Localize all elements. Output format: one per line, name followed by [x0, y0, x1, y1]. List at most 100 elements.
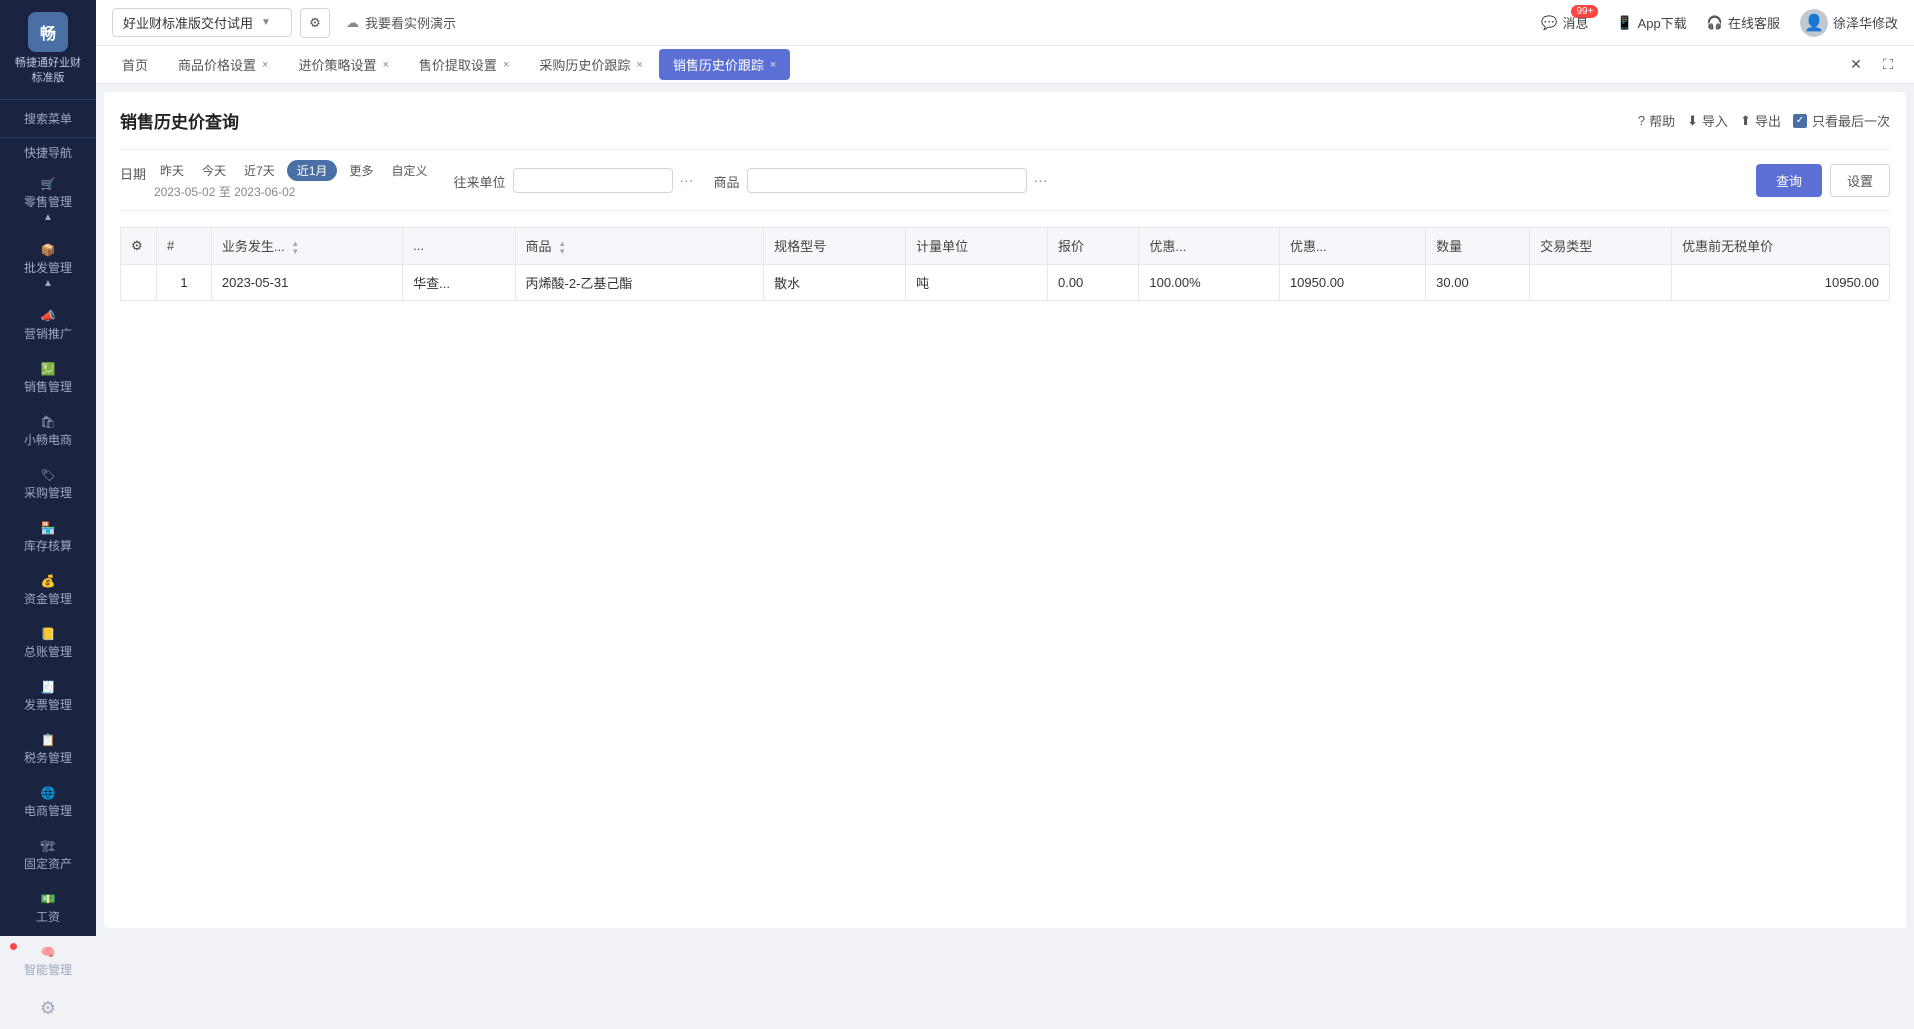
import-button[interactable]: ⬇ 导入: [1687, 111, 1728, 130]
sidebar-item-finance[interactable]: 💰 资金管理: [0, 564, 96, 617]
assets-icon: 🏗: [40, 839, 55, 853]
sidebar-item-retail[interactable]: 🛒 零售管理 ▲: [0, 167, 96, 233]
sidebar-item-tax[interactable]: 📋 税务管理: [0, 723, 96, 776]
sidebar-item-assets[interactable]: 🏗 固定资产: [0, 829, 96, 882]
tab-purchase-strategy-close[interactable]: ×: [382, 59, 388, 71]
logo-icon: 畅: [28, 12, 68, 52]
source-search-icon[interactable]: ···: [679, 172, 693, 188]
tab-home[interactable]: 首页: [108, 49, 162, 80]
export-button[interactable]: ⬆ 导出: [1740, 111, 1781, 130]
product-filter-group: 商品 ···: [713, 168, 1047, 193]
sidebar-item-marketing[interactable]: 📣 营销推广: [0, 299, 96, 352]
message-badge: 99+: [1571, 5, 1598, 18]
cloud-icon: ☁: [346, 15, 359, 31]
topbar-settings-button[interactable]: ⚙: [300, 8, 330, 38]
col-spec: 规格型号: [764, 228, 906, 265]
marketing-icon: 📣: [41, 309, 56, 323]
col-qty: 数量: [1426, 228, 1530, 265]
table-row: 1 2023-05-31 华查... 丙烯酸-2-乙基己酯 散水 吨 0.00 …: [121, 264, 1890, 300]
product-input[interactable]: [747, 168, 1027, 193]
tab-sales-history-close[interactable]: ×: [770, 59, 776, 71]
col-date[interactable]: 业务发生... ▲▼: [211, 228, 402, 265]
tab-expand-button[interactable]: ⛶: [1874, 51, 1902, 79]
main-area: 好业财标准版交付试用 ▼ ⚙ ☁ 我要看实例演示 💬 消息 99+ 📱 App下…: [96, 0, 1914, 936]
sidebar-item-sales[interactable]: 💹 销售管理: [0, 352, 96, 405]
page-title: 销售历史价查询: [120, 108, 239, 133]
message-button[interactable]: 💬 消息 99+: [1541, 13, 1588, 32]
message-icon: 💬: [1541, 15, 1557, 31]
row-discount2: 10950.00: [1279, 264, 1425, 300]
sidebar-item-smart[interactable]: 🧠 智能管理: [0, 935, 96, 988]
sidebar-item-wholesale[interactable]: 📦 批发管理 ▲: [0, 233, 96, 299]
col-discount2: 优惠...: [1279, 228, 1425, 265]
filter-actions: 查询 设置: [1756, 164, 1890, 197]
user-avatar: 👤: [1800, 9, 1828, 37]
tab-price-extract-close[interactable]: ×: [503, 59, 509, 71]
inventory-icon: 🏪: [41, 521, 56, 535]
source-input[interactable]: [513, 168, 673, 193]
settings-button[interactable]: 设置: [1830, 164, 1890, 197]
row-extra: 华查...: [403, 264, 515, 300]
col-discount1: 优惠...: [1139, 228, 1280, 265]
tab-price-extract[interactable]: 售价提取设置 ×: [405, 49, 523, 80]
date-btn-1month[interactable]: 近1月: [287, 160, 338, 181]
tab-purchase-history[interactable]: 采购历史价跟踪 ×: [525, 49, 656, 80]
date-filter-group: 日期 昨天 今天 近7天 近1月 更多 自定义 2023-05-02 至 202…: [120, 160, 433, 200]
date-filters: 昨天 今天 近7天 近1月 更多 自定义 2023-05-02 至 2023-0…: [154, 160, 433, 200]
wholesale-icon: 📦: [41, 243, 56, 257]
tab-purchase-strategy[interactable]: 进价策略设置 ×: [284, 49, 402, 80]
salary-icon: 💵: [41, 892, 56, 906]
chevron-down-icon: ▼: [261, 17, 271, 28]
ecommerce-icon: 🌐: [41, 786, 56, 800]
date-buttons: 昨天 今天 近7天 近1月 更多 自定义: [154, 160, 433, 181]
demo-link[interactable]: ☁ 我要看实例演示: [346, 13, 456, 32]
ledger-icon: 📒: [41, 627, 56, 641]
sidebar-item-invoice[interactable]: 🧾 发票管理: [0, 670, 96, 723]
version-selector[interactable]: 好业财标准版交付试用 ▼: [112, 8, 292, 37]
date-btn-more[interactable]: 更多: [343, 160, 379, 181]
help-button[interactable]: ? 帮助: [1638, 111, 1675, 130]
import-icon: ⬇: [1687, 113, 1698, 129]
invoice-icon: 🧾: [41, 680, 56, 694]
page-content: 销售历史价查询 ? 帮助 ⬇ 导入 ⬆ 导出 ✓ 只看最后一次: [104, 92, 1906, 928]
row-num: 1: [157, 264, 212, 300]
col-extra: ...: [403, 228, 515, 265]
user-profile[interactable]: 👤 徐泽华修改: [1800, 9, 1898, 37]
date-btn-yesterday[interactable]: 昨天: [154, 160, 190, 181]
sidebar-settings-button[interactable]: ⚙: [0, 988, 96, 1029]
col-product[interactable]: 商品 ▲▼: [515, 228, 764, 265]
app-download-button[interactable]: 📱 App下载: [1616, 13, 1686, 32]
sidebar-item-purchase[interactable]: 🏷 采购管理: [0, 458, 96, 511]
app-logo: 畅 畅捷通好业财 标准版: [0, 0, 96, 100]
online-service-label: 在线客服: [1728, 13, 1780, 32]
sidebar-search[interactable]: 搜索菜单: [0, 100, 96, 138]
sidebar-item-salary[interactable]: 💵 工资: [0, 882, 96, 935]
date-filter-label: 日期: [120, 160, 146, 183]
sidebar-quick-nav[interactable]: 快捷导航: [0, 138, 96, 167]
row-settings[interactable]: [121, 264, 157, 300]
tab-price[interactable]: 商品价格设置 ×: [164, 49, 282, 80]
sidebar-item-inventory[interactable]: 🏪 库存核算: [0, 511, 96, 564]
row-trans-type: [1530, 264, 1672, 300]
tab-close-button[interactable]: ✕: [1842, 51, 1870, 79]
sort-icon-product: ▲▼: [558, 240, 566, 256]
tab-price-close[interactable]: ×: [262, 59, 268, 71]
product-search-icon[interactable]: ···: [1033, 172, 1047, 188]
smart-icon: 🧠: [41, 945, 56, 959]
query-button[interactable]: 查询: [1756, 164, 1822, 197]
sidebar-item-ecommerce[interactable]: 🌐 电商管理: [0, 776, 96, 829]
sidebar-item-ecommerce-small[interactable]: 🛍 小畅电商: [0, 405, 96, 458]
date-btn-today[interactable]: 今天: [196, 160, 232, 181]
online-service-button[interactable]: 🎧 在线客服: [1707, 13, 1780, 32]
date-btn-7days[interactable]: 近7天: [238, 160, 281, 181]
sidebar-item-ledger[interactable]: 📒 总账管理: [0, 617, 96, 670]
topbar-gear-icon: ⚙: [309, 15, 321, 31]
table-header-row: ⚙ # 业务发生... ▲▼ ... 商品 ▲▼ 规格型号: [121, 228, 1890, 265]
date-btn-custom[interactable]: 自定义: [385, 160, 433, 181]
retail-arrow: ▲: [43, 212, 53, 223]
tab-purchase-history-close[interactable]: ×: [636, 59, 642, 71]
smart-dot: [10, 943, 17, 950]
tab-sales-history[interactable]: 销售历史价跟踪 ×: [659, 49, 790, 80]
only-last-checkbox[interactable]: ✓ 只看最后一次: [1793, 111, 1890, 130]
col-settings[interactable]: ⚙: [121, 228, 157, 265]
